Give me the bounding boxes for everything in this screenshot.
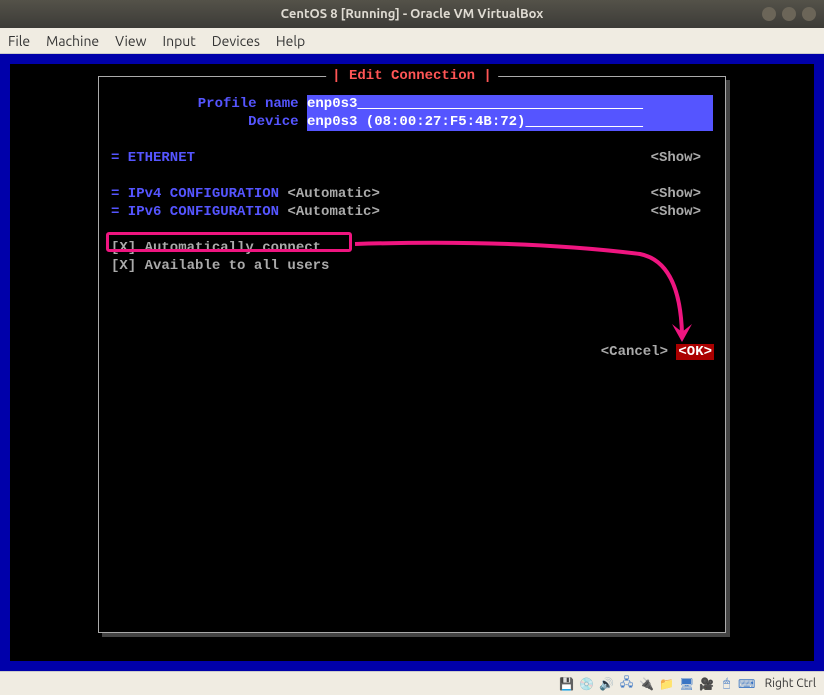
maximize-icon[interactable] <box>782 7 796 21</box>
profile-row: Profile name enp0s3 <box>111 95 713 113</box>
statusbar: 💾 💿 🔊 🖧 🔌 📁 🖥 🎥 🖱 ⌨ Right Ctrl <box>0 671 824 695</box>
record-icon[interactable]: 🎥 <box>699 676 715 692</box>
keyboard-icon[interactable]: ⌨ <box>739 676 755 692</box>
ipv6-value[interactable]: <Automatic> <box>279 203 380 221</box>
ethernet-row: = ETHERNET <Show> <box>111 149 713 167</box>
hd-icon[interactable]: 💾 <box>559 676 575 692</box>
console: | Edit Connection | Profile name enp0s3 … <box>10 64 814 661</box>
ethernet-show-button[interactable]: <Show> <box>651 149 701 167</box>
display-icon[interactable]: 🖥 <box>679 676 695 692</box>
menu-file[interactable]: File <box>8 33 30 49</box>
menu-devices[interactable]: Devices <box>212 33 260 49</box>
all-users-checkbox[interactable]: [X] Available to all users <box>111 257 713 275</box>
profile-input[interactable]: enp0s3 <box>307 95 713 113</box>
ipv4-row: = IPv4 CONFIGURATION <Automatic> <Show> <box>111 185 713 203</box>
window-title: CentOS 8 [Running] - Oracle VM VirtualBo… <box>281 7 544 21</box>
device-input[interactable]: enp0s3 (08:00:27:F5:4B:72) <box>307 113 713 131</box>
audio-icon[interactable]: 🔊 <box>599 676 615 692</box>
ipv6-show-button[interactable]: <Show> <box>651 203 701 221</box>
folder-icon[interactable]: 📁 <box>659 676 675 692</box>
ok-button[interactable]: <OK> <box>676 344 714 360</box>
menu-input[interactable]: Input <box>163 33 196 49</box>
cancel-button[interactable]: <Cancel> <box>601 344 668 360</box>
network-icon[interactable]: 🖧 <box>619 676 635 692</box>
profile-label: Profile name <box>111 95 307 113</box>
close-icon[interactable] <box>802 7 816 21</box>
ipv6-section[interactable]: = IPv6 CONFIGURATION <box>111 203 279 221</box>
auto-connect-checkbox[interactable]: [X] Automatically connect <box>111 239 713 257</box>
dialog-content: Profile name enp0s3 Device enp0s3 (08:00… <box>99 77 725 293</box>
device-label: Device <box>111 113 307 131</box>
ipv6-row: = IPv6 CONFIGURATION <Automatic> <Show> <box>111 203 713 221</box>
button-row: <Cancel> <OK> <box>601 344 714 360</box>
ipv4-section[interactable]: = IPv4 CONFIGURATION <box>111 185 279 203</box>
minimize-icon[interactable] <box>762 7 776 21</box>
titlebar-controls <box>762 7 816 21</box>
menu-help[interactable]: Help <box>276 33 305 49</box>
menu-machine[interactable]: Machine <box>46 33 99 49</box>
usb-icon[interactable]: 🔌 <box>639 676 655 692</box>
dialog-title: | Edit Connection | <box>326 68 498 84</box>
menubar: File Machine View Input Devices Help <box>0 28 824 54</box>
virtualbox-window: CentOS 8 [Running] - Oracle VM VirtualBo… <box>0 0 824 695</box>
ipv4-show-button[interactable]: <Show> <box>651 185 701 203</box>
ethernet-section[interactable]: = ETHERNET <box>111 149 195 167</box>
window-titlebar: CentOS 8 [Running] - Oracle VM VirtualBo… <box>0 0 824 28</box>
cd-icon[interactable]: 💿 <box>579 676 595 692</box>
host-key-label: Right Ctrl <box>765 677 816 690</box>
device-row: Device enp0s3 (08:00:27:F5:4B:72) <box>111 113 713 131</box>
vm-screen[interactable]: | Edit Connection | Profile name enp0s3 … <box>0 54 824 671</box>
mouse-icon[interactable]: 🖱 <box>719 676 735 692</box>
menu-view[interactable]: View <box>115 33 146 49</box>
ipv4-value[interactable]: <Automatic> <box>279 185 380 203</box>
outer-frame: CentOS 8 [Running] - Oracle VM VirtualBo… <box>0 0 824 695</box>
